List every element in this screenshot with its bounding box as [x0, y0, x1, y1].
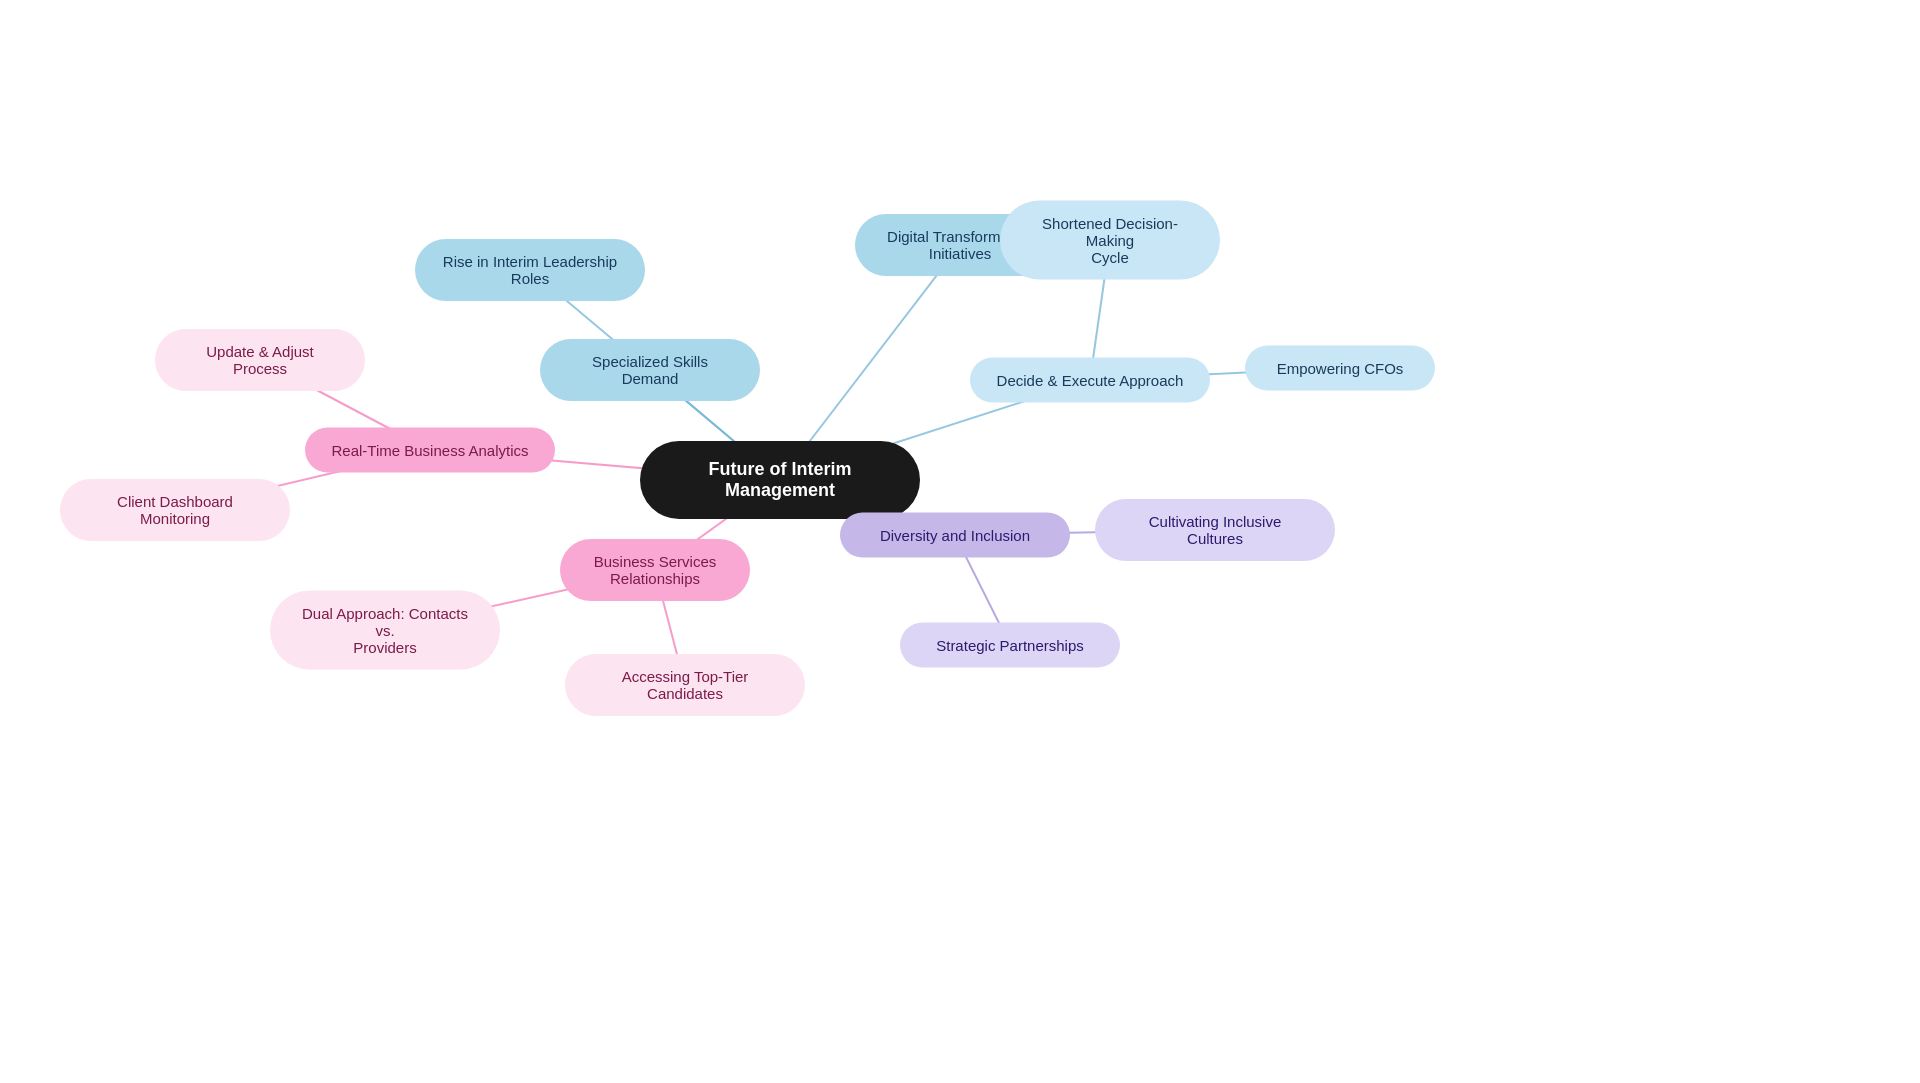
node-update-adjust[interactable]: Update & Adjust Process [155, 329, 365, 391]
node-real-time-analytics[interactable]: Real-Time Business Analytics [305, 428, 555, 473]
node-accessing-top[interactable]: Accessing Top-Tier Candidates [565, 654, 805, 716]
node-empowering-cfos[interactable]: Empowering CFOs [1245, 346, 1435, 391]
node-shortened-decision[interactable]: Shortened Decision-MakingCycle [1000, 201, 1220, 280]
node-diversity-inclusion[interactable]: Diversity and Inclusion [840, 513, 1070, 558]
node-client-dashboard[interactable]: Client Dashboard Monitoring [60, 479, 290, 541]
node-business-services[interactable]: Business ServicesRelationships [560, 539, 750, 601]
node-cultivating-inclusive[interactable]: Cultivating Inclusive Cultures [1095, 499, 1335, 561]
center-node[interactable]: Future of Interim Management [640, 441, 920, 519]
node-specialized-skills[interactable]: Specialized Skills Demand [540, 339, 760, 401]
node-strategic-partnerships[interactable]: Strategic Partnerships [900, 623, 1120, 668]
mindmap-container: Future of Interim ManagementDigital Tran… [0, 0, 1920, 1083]
node-rise-interim[interactable]: Rise in Interim Leadership Roles [415, 239, 645, 301]
node-dual-approach[interactable]: Dual Approach: Contacts vs.Providers [270, 591, 500, 670]
node-decide-execute[interactable]: Decide & Execute Approach [970, 358, 1210, 403]
